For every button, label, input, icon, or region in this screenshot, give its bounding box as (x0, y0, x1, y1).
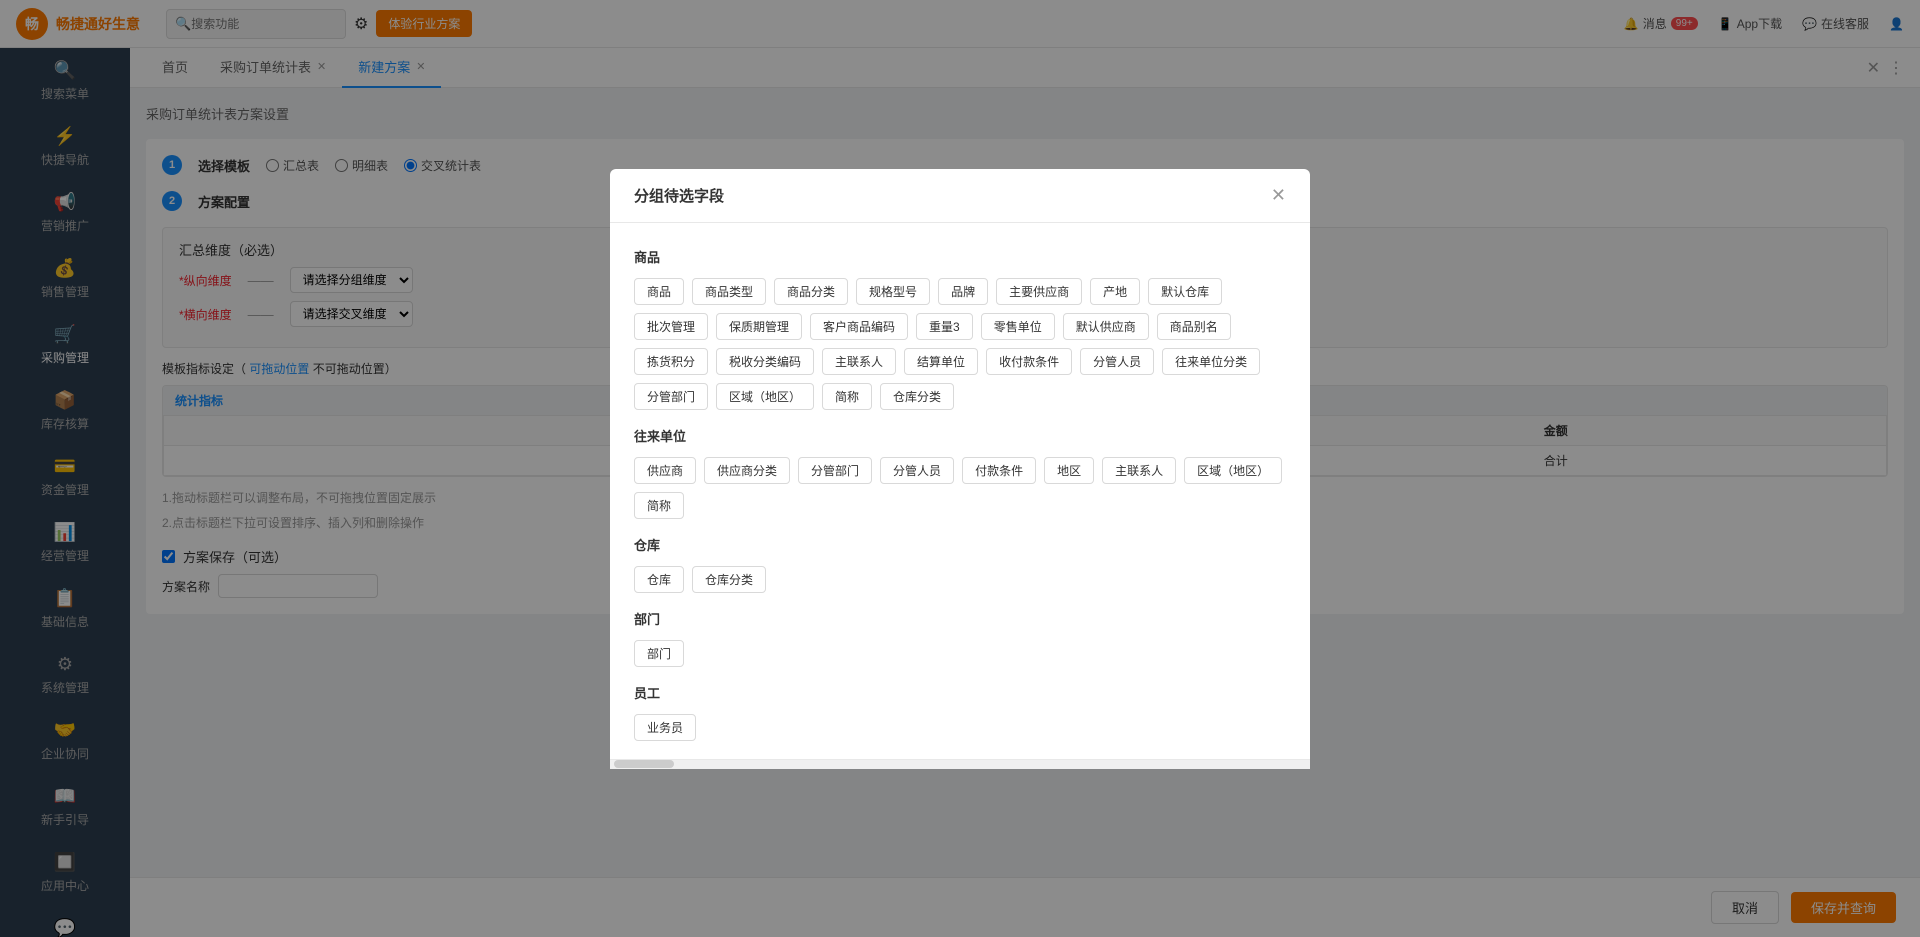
tag-分管部门[interactable]: 分管部门 (798, 457, 872, 484)
tag-批次管理[interactable]: 批次管理 (634, 313, 708, 340)
tag-保质期管理[interactable]: 保质期管理 (716, 313, 802, 340)
tag-默认供应商[interactable]: 默认供应商 (1063, 313, 1149, 340)
tag-收付款条件[interactable]: 收付款条件 (986, 348, 1072, 375)
tag-往来单位分类[interactable]: 往来单位分类 (1162, 348, 1260, 375)
tag-group-product: 商品商品类型商品分类规格型号品牌主要供应商产地默认仓库批次管理保质期管理客户商品… (634, 278, 1286, 410)
horizontal-scrollbar[interactable] (610, 759, 1310, 769)
section-title-department: 部门 (634, 609, 1286, 628)
section-title-warehouse: 仓库 (634, 535, 1286, 554)
tag-简称[interactable]: 简称 (634, 492, 684, 519)
tag-供应商分类[interactable]: 供应商分类 (704, 457, 790, 484)
section-title-product: 商品 (634, 247, 1286, 266)
modal-header: 分组待选字段 ✕ (610, 169, 1310, 223)
tag-group-department: 部门 (634, 640, 1286, 667)
tag-简称[interactable]: 简称 (822, 383, 872, 410)
tag-区域（地区）[interactable]: 区域（地区） (716, 383, 814, 410)
tag-品牌[interactable]: 品牌 (938, 278, 988, 305)
tag-区域（地区）[interactable]: 区域（地区） (1184, 457, 1282, 484)
modal-title: 分组待选字段 (634, 185, 724, 206)
tag-分管部门[interactable]: 分管部门 (634, 383, 708, 410)
tag-业务员[interactable]: 业务员 (634, 714, 696, 741)
tag-group-warehouse: 仓库仓库分类 (634, 566, 1286, 593)
tag-税收分类编码[interactable]: 税收分类编码 (716, 348, 814, 375)
tag-付款条件[interactable]: 付款条件 (962, 457, 1036, 484)
tag-拣货积分[interactable]: 拣货积分 (634, 348, 708, 375)
tag-商品类型[interactable]: 商品类型 (692, 278, 766, 305)
tag-默认仓库[interactable]: 默认仓库 (1148, 278, 1222, 305)
scroll-thumb (614, 760, 674, 768)
tag-商品别名[interactable]: 商品别名 (1157, 313, 1231, 340)
tag-仓库分类[interactable]: 仓库分类 (692, 566, 766, 593)
tag-商品分类[interactable]: 商品分类 (774, 278, 848, 305)
modal-overlay: 分组待选字段 ✕ 商品商品商品类型商品分类规格型号品牌主要供应商产地默认仓库批次… (0, 0, 1920, 937)
tag-主联系人[interactable]: 主联系人 (822, 348, 896, 375)
tag-分管人员[interactable]: 分管人员 (880, 457, 954, 484)
tag-产地[interactable]: 产地 (1090, 278, 1140, 305)
tag-零售单位[interactable]: 零售单位 (981, 313, 1055, 340)
tag-供应商[interactable]: 供应商 (634, 457, 696, 484)
tag-客户商品编码[interactable]: 客户商品编码 (810, 313, 908, 340)
tag-group-partner: 供应商供应商分类分管部门分管人员付款条件地区主联系人区域（地区） 简称 (634, 457, 1286, 519)
tag-商品[interactable]: 商品 (634, 278, 684, 305)
section-title-partner: 往来单位 (634, 426, 1286, 445)
modal-body[interactable]: 商品商品商品类型商品分类规格型号品牌主要供应商产地默认仓库批次管理保质期管理客户… (610, 223, 1310, 759)
section-title-employee: 员工 (634, 683, 1286, 702)
tag-结算单位[interactable]: 结算单位 (904, 348, 978, 375)
tag-group-employee: 业务员 (634, 714, 1286, 741)
tag-规格型号[interactable]: 规格型号 (856, 278, 930, 305)
tag-地区[interactable]: 地区 (1044, 457, 1094, 484)
tag-主联系人[interactable]: 主联系人 (1102, 457, 1176, 484)
tag-仓库[interactable]: 仓库 (634, 566, 684, 593)
tag-仓库分类[interactable]: 仓库分类 (880, 383, 954, 410)
modal-close-btn[interactable]: ✕ (1271, 185, 1286, 206)
tag-部门[interactable]: 部门 (634, 640, 684, 667)
modal-dialog: 分组待选字段 ✕ 商品商品商品类型商品分类规格型号品牌主要供应商产地默认仓库批次… (610, 169, 1310, 769)
tag-重量3[interactable]: 重量3 (916, 313, 973, 340)
tag-分管人员[interactable]: 分管人员 (1080, 348, 1154, 375)
tag-主要供应商[interactable]: 主要供应商 (996, 278, 1082, 305)
